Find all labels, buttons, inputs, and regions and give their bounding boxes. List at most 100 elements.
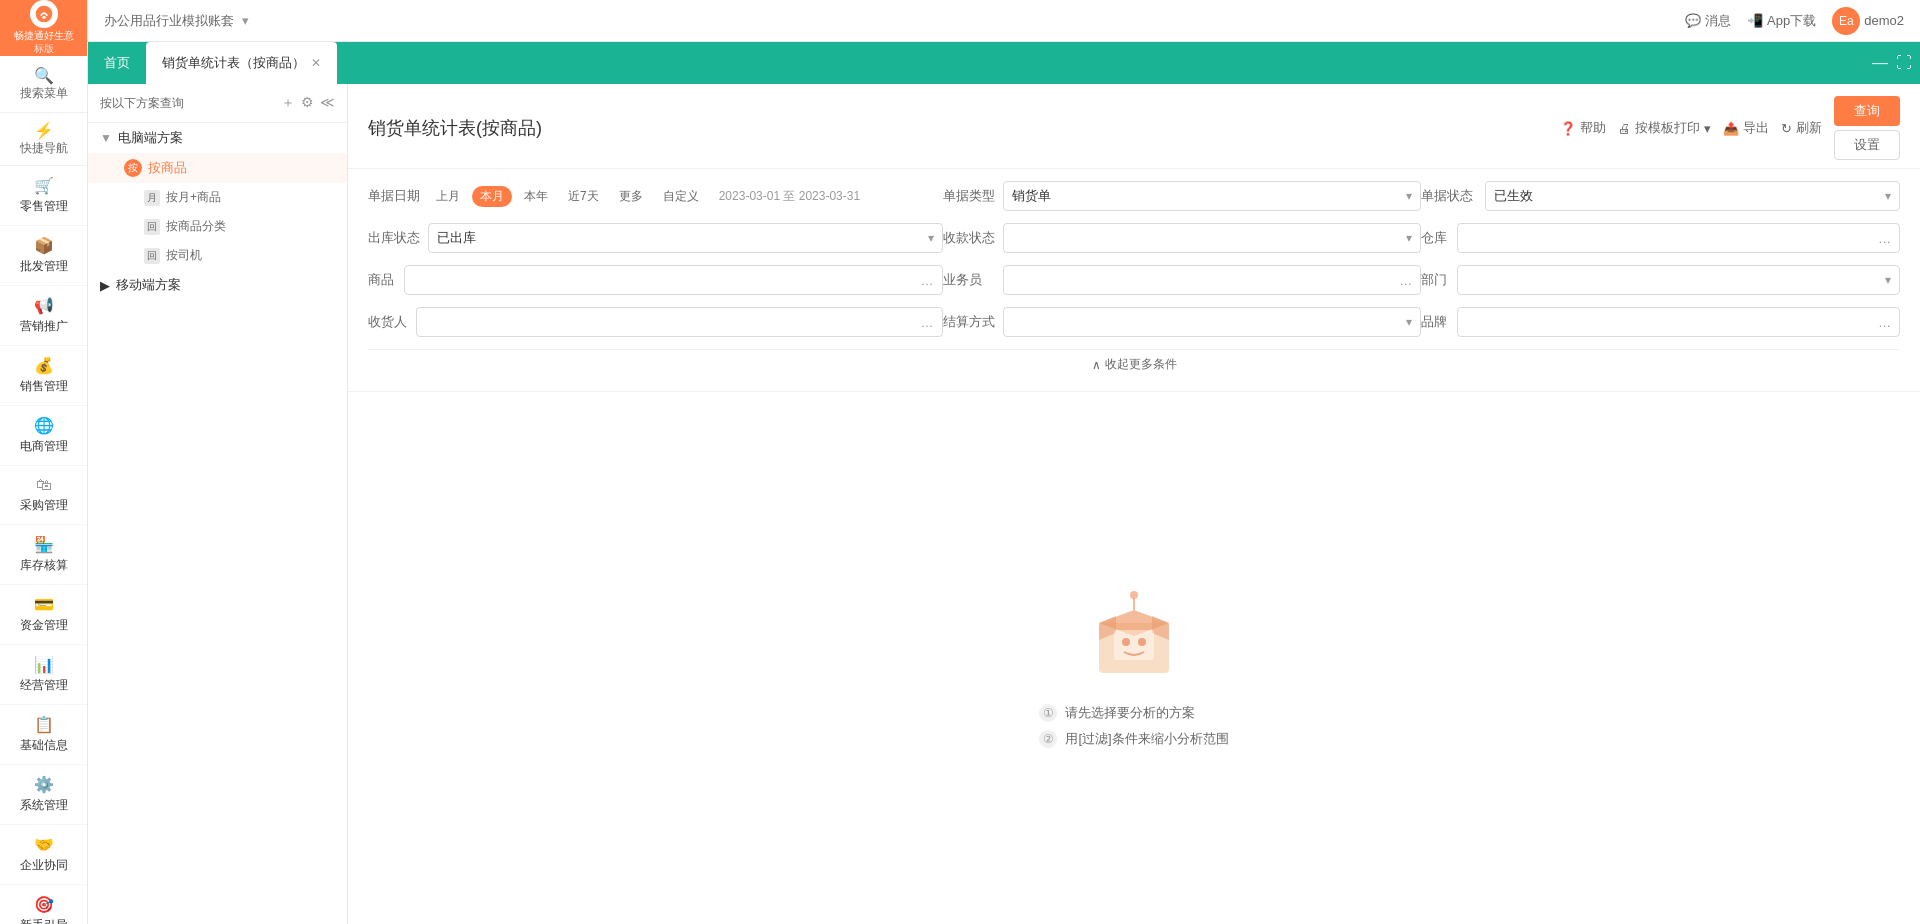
- tab-minimize-icon[interactable]: —: [1872, 54, 1888, 72]
- doc-status-select[interactable]: 已生效 ▾: [1485, 181, 1900, 211]
- tree-mobile-section[interactable]: ▶ 移动端方案: [88, 270, 347, 300]
- right-panel: 销货单统计表(按商品) ❓ 帮助 🖨 按模板打印 ▾ 📤 导出: [348, 84, 1920, 924]
- filter-collect-status: 收款状态 ▾: [943, 223, 1422, 253]
- sidebar-item-cooperation[interactable]: 🤝 企业协同: [0, 825, 87, 885]
- add-scheme-icon[interactable]: ＋: [281, 94, 295, 112]
- message-nav-item[interactable]: 💬 消息: [1685, 12, 1731, 30]
- user-nav-item[interactable]: Ea demo2: [1832, 7, 1904, 35]
- svg-point-8: [1138, 638, 1146, 646]
- basic-label: 基础信息: [20, 737, 68, 754]
- sidebar-item-basic[interactable]: 📋 基础信息: [0, 705, 87, 765]
- doc-status-arrow: ▾: [1885, 189, 1891, 203]
- settings-scheme-icon[interactable]: ⚙: [301, 94, 314, 112]
- retail-label: 零售管理: [20, 198, 68, 215]
- sidebar-item-finance[interactable]: 💳 资金管理: [0, 585, 87, 645]
- wholesale-label: 批发管理: [20, 258, 68, 275]
- sidebar-item-system[interactable]: ⚙️ 系统管理: [0, 765, 87, 825]
- purchase-label: 采购管理: [20, 497, 68, 514]
- wholesale-icon: 📦: [34, 236, 54, 255]
- filter-goods: 商品 …: [368, 265, 943, 295]
- sidebar-item-operation[interactable]: 📊 经营管理: [0, 645, 87, 705]
- consignee-input[interactable]: …: [416, 307, 943, 337]
- goods-input[interactable]: …: [404, 265, 943, 295]
- sales-label: 销售管理: [20, 378, 68, 395]
- query-setting-area: 查询 设置: [1834, 96, 1900, 160]
- warehouse-dots: …: [1878, 231, 1891, 246]
- filter-doc-type: 单据类型 销货单 ▾: [943, 181, 1422, 211]
- tree-pc-section[interactable]: ▼ 电脑端方案: [88, 123, 347, 153]
- query-button[interactable]: 查询: [1834, 96, 1900, 126]
- refresh-button[interactable]: ↻ 刷新: [1781, 119, 1822, 137]
- cooperation-label: 企业协同: [20, 857, 68, 874]
- logo-sublabel: 标版: [34, 42, 54, 56]
- collapse-scheme-icon[interactable]: ≪: [320, 94, 335, 112]
- salesman-dots: …: [1399, 273, 1412, 288]
- doc-type-arrow: ▾: [1406, 189, 1412, 203]
- date-custom[interactable]: 自定义: [655, 186, 707, 207]
- dept-select[interactable]: ▾: [1457, 265, 1900, 295]
- tab-sales-stats[interactable]: 销货单统计表（按商品） ✕: [146, 42, 337, 84]
- tab-bar: 首页 销货单统计表（按商品） ✕ — ⛶: [88, 42, 1920, 84]
- filter-consignee: 收货人 …: [368, 307, 943, 337]
- date-this-year[interactable]: 本年: [516, 186, 556, 207]
- sidebar-item-marketing[interactable]: 📢 营销推广: [0, 286, 87, 346]
- tree-child-by-goods[interactable]: 按 按商品: [88, 153, 347, 183]
- scheme-label: 按以下方案查询: [100, 95, 184, 112]
- sidebar-item-sales[interactable]: 💰 销售管理: [0, 346, 87, 406]
- tab-home[interactable]: 首页: [88, 42, 146, 84]
- logo[interactable]: 畅捷通好生意 标版: [0, 0, 88, 56]
- out-status-select[interactable]: 已出库 ▾: [428, 223, 943, 253]
- brand-input[interactable]: …: [1457, 307, 1900, 337]
- tree-sub-by-category[interactable]: 回 按商品分类: [88, 212, 347, 241]
- collapse-icon: ∧: [1092, 358, 1101, 372]
- doc-type-select[interactable]: 销货单 ▾: [1003, 181, 1422, 211]
- collapse-filter-button[interactable]: ∧ 收起更多条件: [368, 349, 1900, 379]
- date-last-month[interactable]: 上月: [428, 186, 468, 207]
- dropdown-arrow[interactable]: ▾: [242, 13, 249, 28]
- settlement-select[interactable]: ▾: [1003, 307, 1422, 337]
- empty-illustration: [1074, 568, 1194, 688]
- message-icon: 💬: [1685, 13, 1701, 28]
- avatar: Ea: [1832, 7, 1860, 35]
- setting-button[interactable]: 设置: [1834, 130, 1900, 160]
- search-menu-item[interactable]: 🔍 搜索菜单: [0, 56, 87, 113]
- tip-text-2: 用[过滤]条件来缩小分析范围: [1065, 730, 1228, 748]
- collect-status-select[interactable]: ▾: [1003, 223, 1422, 253]
- warehouse-label: 仓库: [1421, 229, 1449, 247]
- sidebar-item-inventory[interactable]: 🏪 库存核算: [0, 525, 87, 585]
- app-download-nav-item[interactable]: 📲 App下载: [1747, 12, 1816, 30]
- sidebar-item-retail[interactable]: 🛒 零售管理: [0, 166, 87, 226]
- tree-sub-by-month-goods[interactable]: 月 按月+商品: [88, 183, 347, 212]
- tab-maximize-icon[interactable]: ⛶: [1896, 54, 1912, 72]
- settlement-label: 结算方式: [943, 313, 995, 331]
- driver-icon: 回: [144, 248, 160, 264]
- sidebar-item-guide[interactable]: 🎯 新手引导: [0, 885, 87, 924]
- salesman-input[interactable]: …: [1003, 265, 1422, 295]
- help-button[interactable]: ❓ 帮助: [1560, 119, 1606, 137]
- filter-salesman: 业务员 …: [943, 265, 1422, 295]
- main-area: 办公用品行业模拟账套 ▾ 💬 消息 📲 App下载 Ea demo2 首页 销货…: [88, 0, 1920, 924]
- message-label: 消息: [1705, 12, 1731, 30]
- date-this-month[interactable]: 本月: [472, 186, 512, 207]
- top-nav: 办公用品行业模拟账套 ▾ 💬 消息 📲 App下载 Ea demo2: [88, 0, 1920, 42]
- date-more[interactable]: 更多: [611, 186, 651, 207]
- by-goods-label: 按商品: [148, 159, 187, 177]
- settlement-arrow: ▾: [1406, 315, 1412, 329]
- sidebar-item-purchase[interactable]: 🛍 采购管理: [0, 466, 87, 525]
- filter-area: 单据日期 上月 本月 本年 近7天 更多 自定义 2023-03-01 至 20…: [348, 169, 1920, 392]
- warehouse-input[interactable]: …: [1457, 223, 1900, 253]
- panel-actions: ＋ ⚙ ≪: [281, 94, 335, 112]
- search-icon: 🔍: [0, 66, 87, 85]
- by-goods-icon: 按: [124, 159, 142, 177]
- tab-close-btn[interactable]: ✕: [311, 56, 321, 70]
- tree-sub-by-driver[interactable]: 回 按司机: [88, 241, 347, 270]
- quick-nav-item[interactable]: ⚡ 快捷导航: [0, 113, 87, 166]
- empty-tip-2: ② 用[过滤]条件来缩小分析范围: [1039, 730, 1228, 748]
- collapse-label: 收起更多条件: [1105, 356, 1177, 373]
- sidebar-item-ecommerce[interactable]: 🌐 电商管理: [0, 406, 87, 466]
- date-last-7-days[interactable]: 近7天: [560, 186, 607, 207]
- sales-icon: 💰: [34, 356, 54, 375]
- template-print-button[interactable]: 🖨 按模板打印 ▾: [1618, 119, 1711, 137]
- sidebar-item-wholesale[interactable]: 📦 批发管理: [0, 226, 87, 286]
- export-button[interactable]: 📤 导出: [1723, 119, 1769, 137]
